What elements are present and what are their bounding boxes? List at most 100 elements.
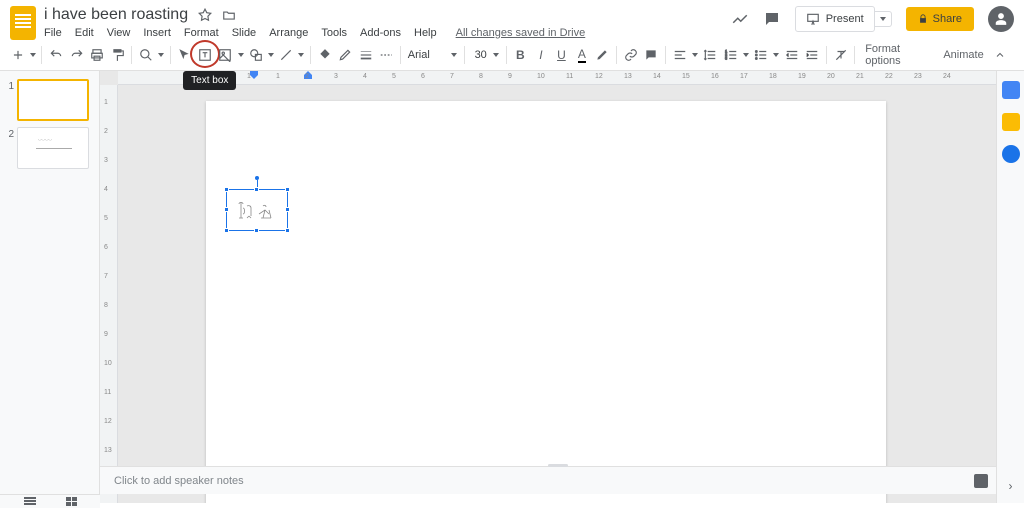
resize-handle-mr[interactable] <box>285 207 290 212</box>
tasks-addon-icon[interactable] <box>1002 145 1020 163</box>
horizontal-ruler[interactable]: 1112345678910111213141516171819202122232… <box>118 71 996 85</box>
title-area: i have been roasting File Edit View Inse… <box>44 6 731 39</box>
format-options-button[interactable]: Format options <box>859 43 936 67</box>
collapse-toolbar-button[interactable] <box>991 43 1011 67</box>
menu-view[interactable]: View <box>107 27 131 39</box>
ruler-marker-left[interactable] <box>250 71 258 79</box>
explore-button[interactable] <box>974 474 988 488</box>
bulleted-list-dropdown[interactable] <box>772 43 781 67</box>
resize-handle-bm[interactable] <box>254 228 259 233</box>
share-button[interactable]: Share <box>906 7 974 31</box>
filmstrip-view-icon[interactable] <box>24 497 36 507</box>
animate-button[interactable]: Animate <box>937 43 989 67</box>
new-slide-dropdown[interactable] <box>29 43 38 67</box>
bulleted-list-button[interactable] <box>751 43 771 67</box>
decrease-indent-button[interactable] <box>782 43 802 67</box>
numbered-list-dropdown[interactable] <box>742 43 751 67</box>
shape-dropdown[interactable] <box>267 43 276 67</box>
menu-edit[interactable]: Edit <box>75 27 94 39</box>
move-folder-icon[interactable] <box>222 8 236 22</box>
slide-panel: 1 2 ◡◡◡◡ <box>0 71 100 503</box>
resize-handle-bl[interactable] <box>224 228 229 233</box>
menu-addons[interactable]: Add-ons <box>360 27 401 39</box>
line-spacing-button[interactable] <box>700 43 720 67</box>
keep-addon-icon[interactable] <box>1002 113 1020 131</box>
grid-view-icon[interactable] <box>66 497 77 506</box>
link-button[interactable] <box>621 43 641 67</box>
clear-formatting-button[interactable] <box>831 43 851 67</box>
menu-format[interactable]: Format <box>184 27 219 39</box>
line-dropdown[interactable] <box>297 43 306 67</box>
menu-help[interactable]: Help <box>414 27 437 39</box>
menu-slide[interactable]: Slide <box>232 27 256 39</box>
border-weight-button[interactable] <box>356 43 376 67</box>
selected-image[interactable] <box>226 189 288 231</box>
font-size-selector[interactable]: 30 <box>469 43 502 67</box>
slide-thumb-1-row: 1 <box>4 79 95 121</box>
align-dropdown[interactable] <box>691 43 700 67</box>
user-avatar[interactable] <box>988 6 1014 32</box>
zoom-button[interactable] <box>136 43 156 67</box>
present-dropdown[interactable] <box>875 11 892 27</box>
rotate-handle[interactable] <box>255 176 259 180</box>
header-right: Present Share <box>731 6 1014 32</box>
fill-color-button[interactable] <box>315 43 335 67</box>
print-button[interactable] <box>87 43 107 67</box>
underline-button[interactable]: U <box>552 43 572 67</box>
svg-text:3: 3 <box>725 57 727 61</box>
star-icon[interactable] <box>198 8 212 22</box>
notes-resize-grip[interactable] <box>548 464 568 467</box>
add-comment-button[interactable] <box>642 43 662 67</box>
resize-handle-tl[interactable] <box>224 187 229 192</box>
document-title[interactable]: i have been roasting <box>44 6 188 24</box>
font-selector[interactable]: Arial <box>405 43 460 67</box>
present-icon <box>806 12 820 26</box>
menu-file[interactable]: File <box>44 27 62 39</box>
slide-canvas[interactable] <box>206 101 886 503</box>
drive-status[interactable]: All changes saved in Drive <box>456 27 586 39</box>
present-button[interactable]: Present <box>795 6 875 32</box>
new-slide-button[interactable] <box>8 43 28 67</box>
increase-indent-button[interactable] <box>802 43 822 67</box>
resize-handle-tr[interactable] <box>285 187 290 192</box>
line-button[interactable] <box>276 43 296 67</box>
menu-tools[interactable]: Tools <box>321 27 347 39</box>
bold-button[interactable]: B <box>511 43 531 67</box>
comment-icon[interactable] <box>763 10 781 28</box>
notes-placeholder[interactable]: Click to add speaker notes <box>100 475 244 487</box>
textbox-button[interactable]: Text box <box>195 43 215 67</box>
side-panel-toggle[interactable]: › <box>1009 479 1013 493</box>
slide-thumb-2[interactable]: ◡◡◡◡ <box>17 127 89 169</box>
slides-logo[interactable] <box>10 6 36 40</box>
align-button[interactable] <box>670 43 690 67</box>
resize-handle-ml[interactable] <box>224 207 229 212</box>
border-color-button[interactable] <box>335 43 355 67</box>
menu-arrange[interactable]: Arrange <box>269 27 308 39</box>
slide-thumb-1[interactable] <box>17 79 89 121</box>
slide-number-2: 2 <box>4 129 14 140</box>
redo-button[interactable] <box>67 43 87 67</box>
side-panel: › <box>996 71 1024 503</box>
shape-button[interactable] <box>246 43 266 67</box>
vertical-ruler[interactable]: 1234567891011121314 <box>100 85 118 503</box>
highlight-button[interactable] <box>593 43 613 67</box>
select-tool[interactable] <box>175 43 195 67</box>
textbox-tooltip: Text box <box>183 71 236 90</box>
border-dash-button[interactable] <box>376 43 396 67</box>
image-button[interactable] <box>216 43 236 67</box>
text-color-button[interactable]: A <box>572 43 592 67</box>
view-switcher <box>0 494 100 508</box>
paint-format-button[interactable] <box>108 43 128 67</box>
trend-icon[interactable] <box>731 10 749 28</box>
calendar-addon-icon[interactable] <box>1002 81 1020 99</box>
italic-button[interactable]: I <box>531 43 551 67</box>
image-dropdown[interactable] <box>236 43 245 67</box>
speaker-notes[interactable]: Click to add speaker notes <box>100 466 996 494</box>
undo-button[interactable] <box>46 43 66 67</box>
menu-insert[interactable]: Insert <box>143 27 171 39</box>
resize-handle-br[interactable] <box>285 228 290 233</box>
numbered-list-button[interactable]: 123 <box>721 43 741 67</box>
resize-handle-tm[interactable] <box>254 187 259 192</box>
canvas-area: 1112345678910111213141516171819202122232… <box>100 71 996 503</box>
zoom-dropdown[interactable] <box>157 43 166 67</box>
